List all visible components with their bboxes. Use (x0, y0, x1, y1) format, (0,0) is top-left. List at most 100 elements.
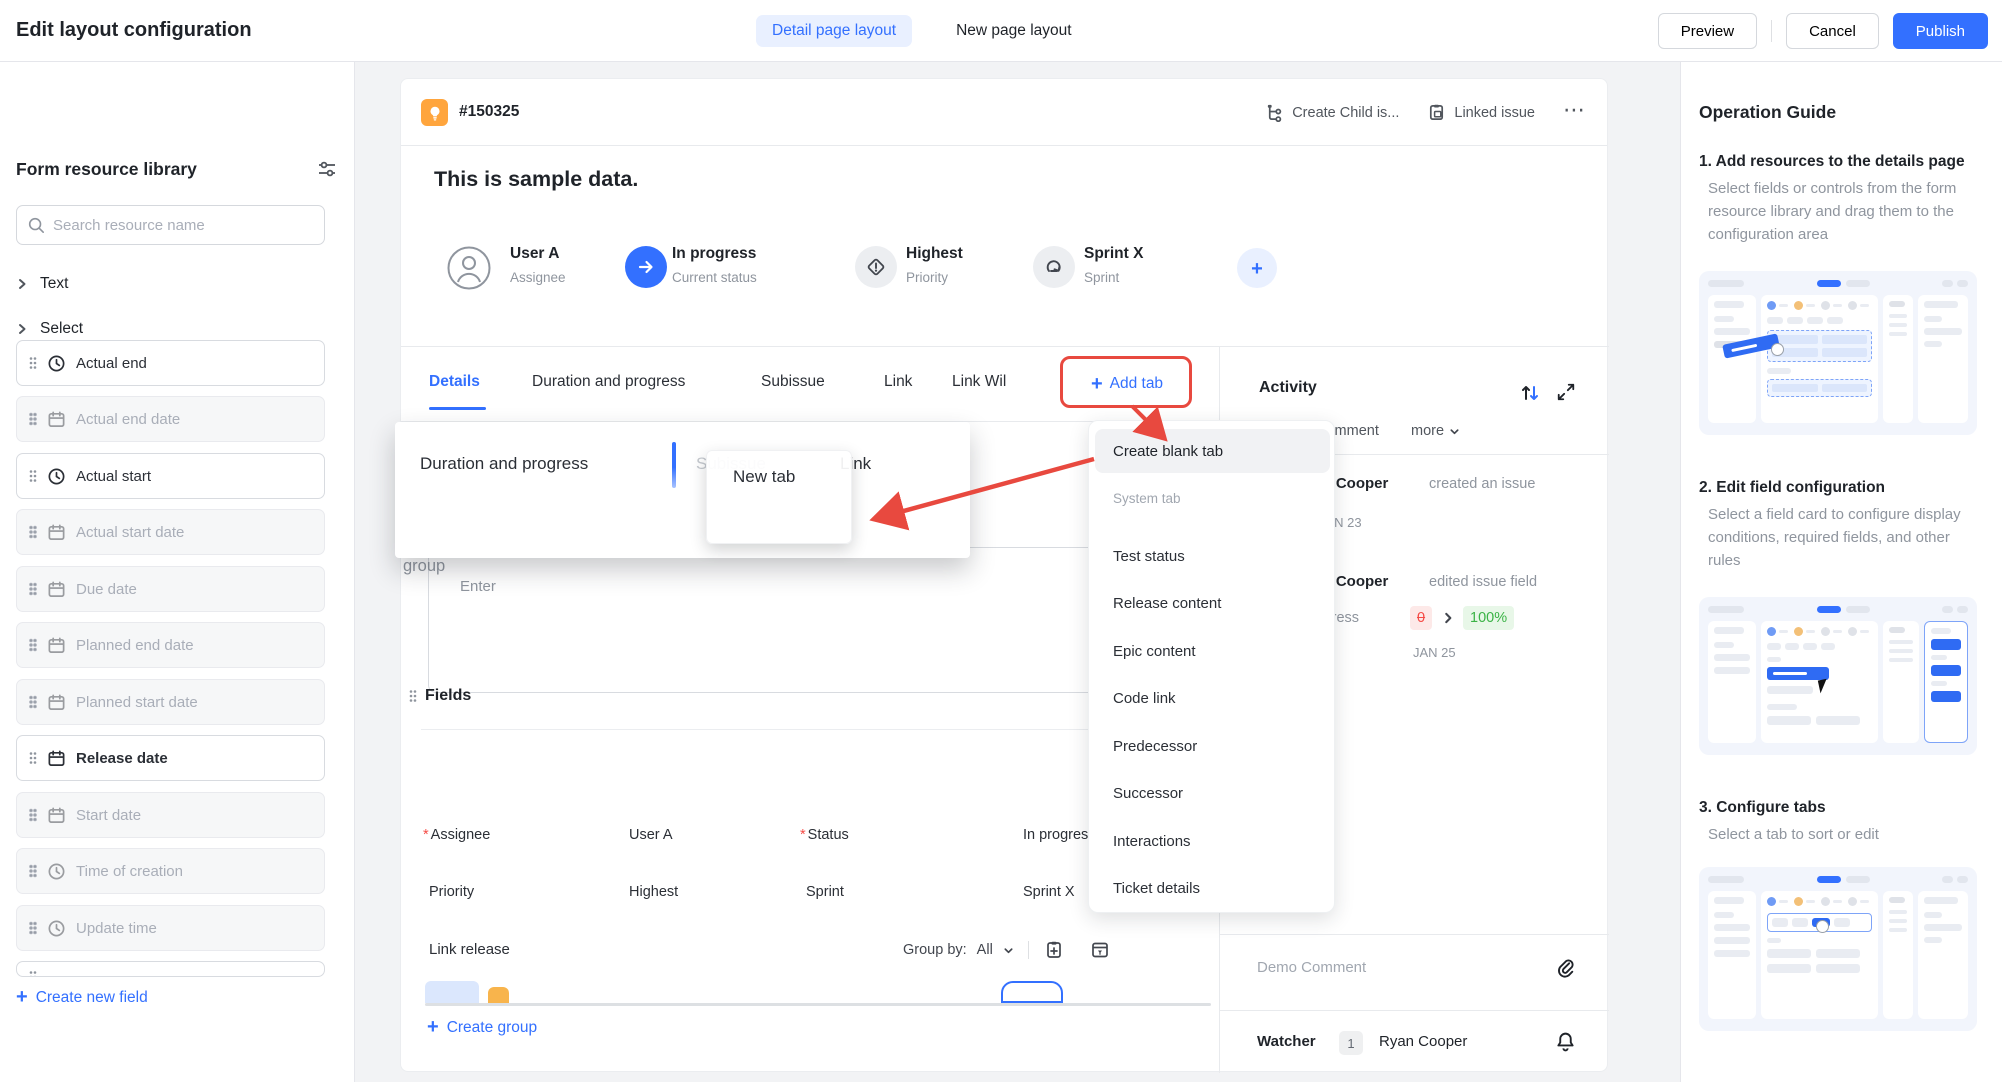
drag-handle-icon[interactable] (29, 356, 37, 370)
expand-icon[interactable] (1556, 382, 1576, 402)
watcher-label: Watcher (1257, 1033, 1316, 1050)
search-input[interactable] (53, 216, 314, 234)
tab-detail-page-layout[interactable]: Detail page layout (756, 15, 913, 47)
meta-value[interactable]: Highest (906, 245, 963, 263)
field-value-sprint[interactable]: Sprint X (1023, 884, 1075, 900)
menu-section-label: System tab (1113, 491, 1181, 506)
tab-duration-and-progress[interactable]: Duration and progress (532, 373, 685, 391)
drag-handle-icon[interactable] (29, 469, 37, 483)
field-value-priority[interactable]: Highest (629, 884, 678, 900)
status-arrow-icon[interactable] (625, 246, 667, 288)
field-value-assignee[interactable]: User A (629, 827, 673, 843)
drag-handle-icon[interactable] (29, 582, 37, 596)
group-label: Text (40, 275, 69, 292)
add-tab-button[interactable]: Add tab (1061, 359, 1193, 409)
board-add-icon[interactable] (1043, 939, 1065, 961)
field-card-actual-start[interactable]: Actual start (16, 453, 325, 499)
menu-item-code-link[interactable]: Code link (1089, 678, 1336, 718)
drag-handle-icon[interactable] (29, 695, 37, 709)
menu-item-create-blank-tab[interactable]: Create blank tab (1095, 429, 1330, 473)
chevron-down-icon[interactable] (1003, 945, 1014, 956)
sort-icon[interactable] (1519, 382, 1541, 404)
assignee-avatar[interactable] (447, 246, 491, 290)
paperclip-icon[interactable] (1555, 957, 1576, 978)
add-field-button[interactable] (1237, 248, 1277, 288)
drag-handle-icon[interactable] (29, 525, 37, 539)
priority-icon[interactable] (855, 246, 897, 288)
calendar-icon (47, 410, 66, 429)
linked-issue-button[interactable]: Linked issue (1427, 103, 1535, 122)
meta-value[interactable]: User A (510, 245, 559, 263)
tab-link[interactable]: Link (884, 373, 912, 391)
create-group-button[interactable]: Create group (427, 1017, 537, 1038)
publish-button[interactable]: Publish (1892, 13, 1988, 49)
page-title: Edit layout configuration (16, 19, 252, 41)
menu-item-release-content[interactable]: Release content (1089, 583, 1336, 623)
tab-details[interactable]: Details (429, 373, 480, 391)
menu-item-interactions[interactable]: Interactions (1089, 821, 1336, 861)
watcher-count-badge: 1 (1339, 1031, 1363, 1055)
tab-new-page-layout[interactable]: New page layout (940, 15, 1087, 47)
field-card-actual-end[interactable]: Actual end (16, 340, 325, 386)
field-card-actual-start-date[interactable]: Actual start date (16, 509, 325, 555)
menu-item-epic-content[interactable]: Epic content (1089, 631, 1336, 671)
menu-item-test-status[interactable]: Test status (1089, 536, 1336, 576)
sprint-icon[interactable] (1033, 246, 1075, 288)
group-by-value[interactable]: All (977, 942, 993, 958)
drag-handle-icon[interactable] (29, 808, 37, 822)
tab-subissue[interactable]: Subissue (761, 373, 825, 391)
create-new-field-button[interactable]: Create new field (16, 987, 148, 1008)
field-card-clipped[interactable] (16, 961, 325, 977)
cursor-icon (1817, 677, 1835, 694)
drag-handle-icon[interactable] (409, 689, 417, 703)
clock-icon (47, 919, 66, 938)
drag-handle-icon[interactable] (29, 864, 37, 878)
sliders-icon[interactable] (316, 158, 338, 180)
guide-step-2-body: Select a field card to configure display… (1708, 506, 1961, 569)
more-icon[interactable] (1563, 105, 1585, 121)
field-card-due-date[interactable]: Due date (16, 566, 325, 612)
field-label-sprint: Sprint (806, 884, 844, 900)
field-card-planned-start-date[interactable]: Planned start date (16, 679, 325, 725)
tab-more[interactable]: more (1411, 423, 1460, 439)
tab-link-wil[interactable]: Link Wil (952, 373, 1006, 391)
calendar-icon (47, 693, 66, 712)
field-card-label: Actual start (76, 467, 152, 485)
create-child-issue-button[interactable]: Create Child is... (1265, 103, 1399, 122)
preview-button[interactable]: Preview (1657, 13, 1758, 49)
sidebar-group-select[interactable]: Select (16, 320, 83, 338)
cancel-button[interactable]: Cancel (1786, 13, 1879, 49)
status-chip (425, 981, 479, 1003)
horizontal-scrollbar[interactable] (425, 1003, 1211, 1006)
menu-item-successor[interactable]: Successor (1089, 773, 1336, 813)
menu-item-predecessor[interactable]: Predecessor (1089, 726, 1336, 766)
sidebar-group-text[interactable]: Text (16, 275, 68, 293)
clipped-group-heading: group (403, 557, 446, 575)
field-card-actual-end-date[interactable]: Actual end date (16, 396, 325, 442)
dragged-new-tab-card[interactable]: New tab (706, 450, 852, 544)
drag-handle-icon[interactable] (29, 921, 37, 935)
menu-item-ticket-details[interactable]: Ticket details (1089, 868, 1336, 908)
field-card-release-date[interactable]: Release date (16, 735, 325, 781)
field-card-update-time[interactable]: Update time (16, 905, 325, 951)
drag-handle-icon[interactable] (29, 412, 37, 426)
chevron-right-icon (16, 278, 28, 290)
meta-value[interactable]: Sprint X (1084, 245, 1143, 263)
comment-input[interactable] (1257, 959, 1547, 976)
guide-illustration-2 (1699, 596, 1977, 755)
watcher-name[interactable]: Ryan Cooper (1379, 1033, 1467, 1050)
bell-icon[interactable] (1555, 1031, 1576, 1052)
field-card-time-of-creation[interactable]: Time of creation (16, 848, 325, 894)
meta-label: Current status (672, 270, 757, 285)
field-card-planned-end-date[interactable]: Planned end date (16, 622, 325, 668)
field-card-start-date[interactable]: Start date (16, 792, 325, 838)
meta-value[interactable]: In progress (672, 245, 756, 263)
search-box[interactable] (16, 205, 325, 245)
plus-icon (1091, 374, 1103, 395)
overlay-tab-duration[interactable]: Duration and progress (420, 454, 588, 474)
drag-handle-icon[interactable] (29, 751, 37, 765)
field-value-status[interactable]: In progress (1023, 827, 1096, 843)
issue-title: This is sample data. (434, 167, 639, 191)
board-filter-icon[interactable] (1089, 939, 1111, 961)
drag-handle-icon[interactable] (29, 638, 37, 652)
